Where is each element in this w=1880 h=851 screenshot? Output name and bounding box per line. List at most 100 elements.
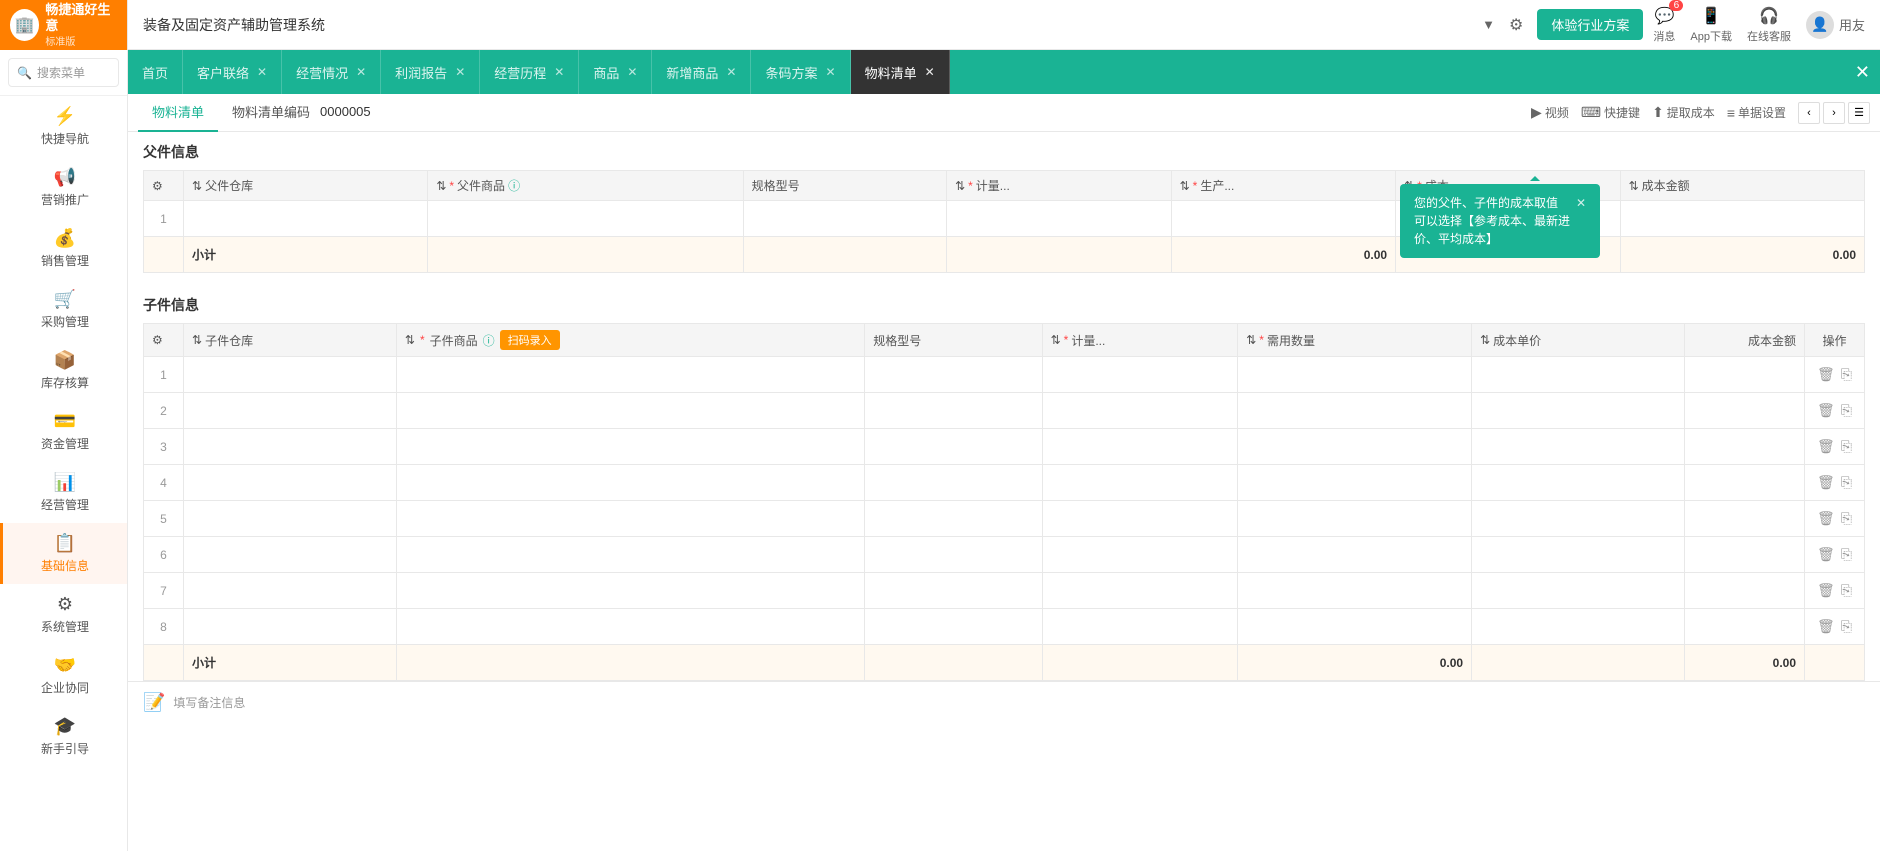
next-page-btn[interactable]: › [1823,102,1845,124]
child-row-5-cost-amount[interactable] [1685,501,1805,537]
child-row-8-warehouse[interactable] [184,609,397,645]
child-row-8-unit[interactable] [1042,609,1238,645]
child-row-6-copy-btn[interactable]: ⎘ [1841,546,1852,563]
sidebar-item-sales[interactable]: 💰 销售管理 [0,218,127,279]
child-row-5-unit-cost[interactable] [1472,501,1685,537]
parent-row-1-warehouse[interactable] [184,201,428,237]
parent-th-gear[interactable]: ⚙ [144,171,184,201]
online-service-button[interactable]: 🎧 在线客服 [1747,6,1791,44]
child-row-3-unit-cost[interactable] [1472,429,1685,465]
child-row-2-delete-btn[interactable]: 🗑 [1817,402,1835,419]
child-row-6-delete-btn[interactable]: 🗑 [1817,546,1835,563]
topbar-gear-icon[interactable]: ⚙ [1505,11,1527,39]
sidebar-item-quick-nav[interactable]: ⚡ 快捷导航 [0,96,127,157]
child-row-4-cost-amount[interactable] [1685,465,1805,501]
child-row-5-spec[interactable] [865,501,1042,537]
tab-barcode-close[interactable]: ✕ [826,65,836,79]
view-video-action[interactable]: ▶ 视频 [1531,104,1569,121]
child-row-4-copy-btn[interactable]: ⎘ [1841,474,1852,491]
child-row-6-goods[interactable] [396,537,864,573]
trial-button[interactable]: 体验行业方案 [1537,9,1643,40]
tab-profit-close[interactable]: ✕ [455,65,465,79]
child-row-4-goods[interactable] [396,465,864,501]
tab-operation-close[interactable]: ✕ [356,65,366,79]
sidebar-item-system[interactable]: ⚙ 系统管理 [0,584,127,645]
sidebar-item-marketing[interactable]: 📢 营销推广 [0,157,127,218]
child-row-6-unit-cost[interactable] [1472,537,1685,573]
child-row-1-unit[interactable] [1042,357,1238,393]
child-row-7-unit[interactable] [1042,573,1238,609]
child-row-1-warehouse[interactable] [184,357,397,393]
child-row-2-warehouse[interactable] [184,393,397,429]
child-row-3-copy-btn[interactable]: ⎘ [1841,438,1852,455]
parent-row-1-goods[interactable] [428,201,743,237]
child-row-7-qty[interactable] [1238,573,1472,609]
tab-history-close[interactable]: ✕ [554,65,564,79]
child-row-1-qty[interactable] [1238,357,1472,393]
tab-profit[interactable]: 利润报告 ✕ [381,50,480,94]
child-row-4-delete-btn[interactable]: 🗑 [1817,474,1835,491]
child-row-5-delete-btn[interactable]: 🗑 [1817,510,1835,527]
tab-home[interactable]: 首页 [128,50,183,94]
child-row-1-spec[interactable] [865,357,1042,393]
child-row-8-goods[interactable] [396,609,864,645]
child-row-2-goods[interactable] [396,393,864,429]
child-row-2-spec[interactable] [865,393,1042,429]
sidebar-item-purchase[interactable]: 🛒 采购管理 [0,279,127,340]
scan-input-btn[interactable]: 扫码录入 [500,330,560,350]
sidebar-item-ops[interactable]: 📊 经营管理 [0,462,127,523]
child-row-1-cost-amount[interactable] [1685,357,1805,393]
child-row-6-cost-amount[interactable] [1685,537,1805,573]
parent-row-1-spec[interactable] [743,201,946,237]
sidebar-item-enterprise[interactable]: 🤝 企业协同 [0,645,127,706]
child-row-1-copy-btn[interactable]: ⎘ [1841,366,1852,383]
child-row-4-spec[interactable] [865,465,1042,501]
child-row-3-cost-amount[interactable] [1685,429,1805,465]
child-row-2-qty[interactable] [1238,393,1472,429]
child-row-7-spec[interactable] [865,573,1042,609]
child-row-4-unit[interactable] [1042,465,1238,501]
sidebar-item-stock[interactable]: 📦 库存核算 [0,340,127,401]
child-row-5-goods[interactable] [396,501,864,537]
parent-row-1-unit[interactable] [947,201,1172,237]
child-row-8-delete-btn[interactable]: 🗑 [1817,618,1835,635]
tooltip-close-btn[interactable]: ✕ [1576,194,1586,212]
child-row-8-unit-cost[interactable] [1472,609,1685,645]
user-menu[interactable]: 👤 用友 [1806,11,1865,39]
child-row-1-delete-btn[interactable]: 🗑 [1817,366,1835,383]
child-row-4-warehouse[interactable] [184,465,397,501]
child-row-7-copy-btn[interactable]: ⎘ [1841,582,1852,599]
child-row-7-unit-cost[interactable] [1472,573,1685,609]
parent-row-1-cost-amount[interactable] [1620,201,1864,237]
app-download-button[interactable]: 📱 App下载 [1690,6,1732,44]
tab-new-goods[interactable]: 新增商品 ✕ [652,50,751,94]
child-row-3-qty[interactable] [1238,429,1472,465]
sidebar-item-guide[interactable]: 🎓 新手引导 [0,706,127,767]
child-row-2-copy-btn[interactable]: ⎘ [1841,402,1852,419]
prev-page-btn[interactable]: ‹ [1798,102,1820,124]
shortcut-action[interactable]: ⌨ 快捷键 [1581,104,1640,121]
extract-cost-action[interactable]: ⬆ 提取成本 [1652,104,1715,121]
child-row-5-copy-btn[interactable]: ⎘ [1841,510,1852,527]
search-menu-button[interactable]: 🔍 搜索菜单 [8,58,119,87]
child-row-7-warehouse[interactable] [184,573,397,609]
child-row-4-unit-cost[interactable] [1472,465,1685,501]
child-row-3-warehouse[interactable] [184,429,397,465]
child-row-1-goods[interactable] [396,357,864,393]
child-row-5-qty[interactable] [1238,501,1472,537]
setting-action[interactable]: ≡ 单据设置 [1727,104,1786,121]
child-row-1-unit-cost[interactable] [1472,357,1685,393]
more-options-btn[interactable]: ☰ [1848,102,1870,124]
tab-goods[interactable]: 商品 ✕ [579,50,652,94]
sidebar-item-finance[interactable]: 💳 资金管理 [0,401,127,462]
tab-barcode[interactable]: 条码方案 ✕ [751,50,850,94]
tab-history[interactable]: 经营历程 ✕ [480,50,579,94]
child-row-6-qty[interactable] [1238,537,1472,573]
child-row-7-delete-btn[interactable]: 🗑 [1817,582,1835,599]
child-row-8-copy-btn[interactable]: ⎘ [1841,618,1852,635]
child-row-7-cost-amount[interactable] [1685,573,1805,609]
child-row-3-spec[interactable] [865,429,1042,465]
child-row-6-warehouse[interactable] [184,537,397,573]
child-row-7-goods[interactable] [396,573,864,609]
close-all-tabs[interactable]: ✕ [1845,50,1880,94]
